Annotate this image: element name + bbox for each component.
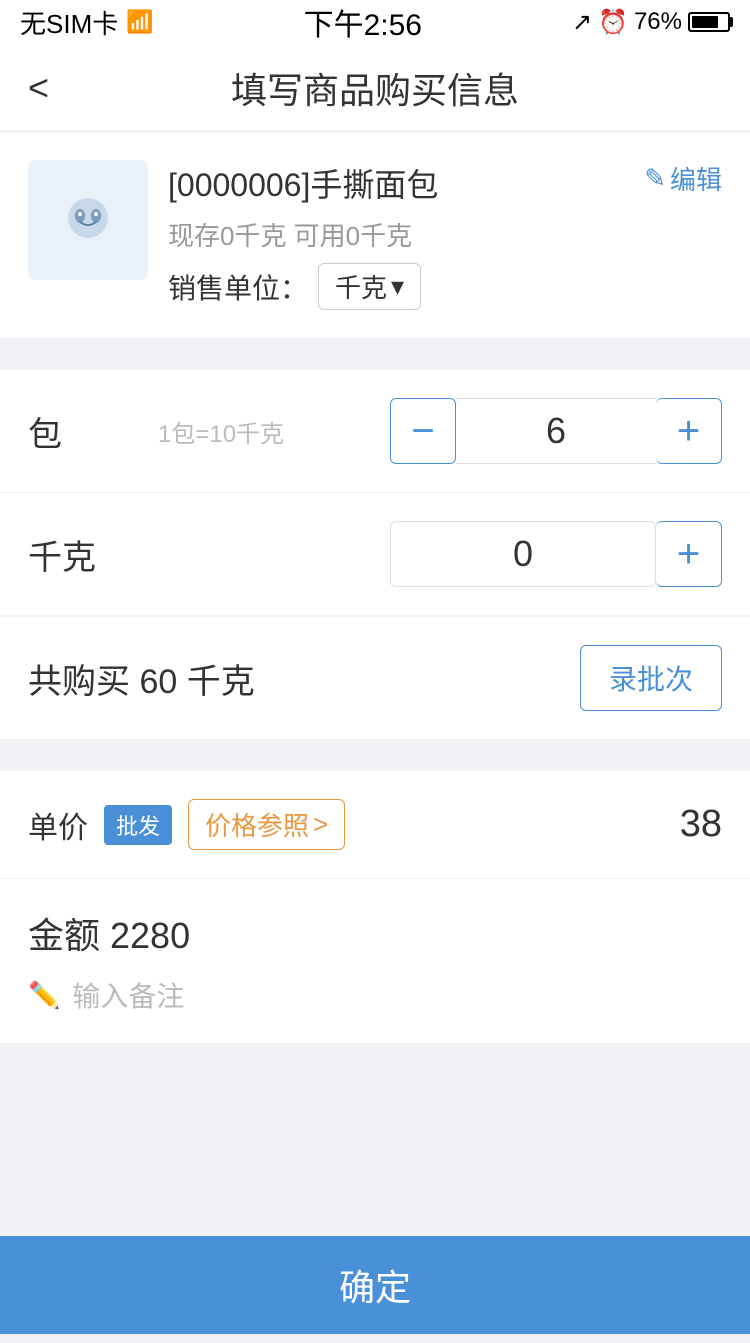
total-label: 共购买 60 千克 (28, 654, 255, 703)
amount-section: 金额 2280 ✏️ 输入备注 (0, 879, 750, 1043)
amount-label: 金额 2280 (28, 907, 722, 959)
quantity-section: 包 1包=10千克 − + 千克 + (0, 370, 750, 616)
kg-quantity-row: 千克 + (0, 493, 750, 616)
edit-icon: ✎ (644, 163, 666, 194)
price-label: 单价 (28, 803, 88, 847)
total-section: 共购买 60 千克 录批次 (0, 617, 750, 739)
kg-label: 千克 (28, 530, 148, 579)
chevron-right-icon: > (313, 809, 328, 840)
pencil-icon: ✏️ (28, 980, 60, 1011)
status-left: 无SIM卡 📶 (20, 4, 154, 41)
status-right: ↗ ⏰ 76% (572, 8, 730, 37)
confirm-button[interactable]: 确定 (0, 1236, 750, 1334)
wifi-icon: 📶 (126, 9, 153, 35)
product-unit: 销售单位： 千克 ▾ (168, 263, 722, 310)
package-hint: 1包=10千克 (158, 414, 284, 449)
nav-bar: < 填写商品购买信息 (0, 44, 750, 132)
package-quantity-row: 包 1包=10千克 − + (0, 370, 750, 493)
unit-label: 销售单位： (168, 267, 308, 307)
dropdown-icon: ▾ (391, 271, 404, 302)
separator-3 (0, 755, 750, 771)
price-value: 38 (680, 803, 722, 846)
package-decrement-button[interactable]: − (390, 398, 456, 464)
back-button[interactable]: < (28, 67, 49, 109)
product-info: [0000006]手撕面包 现存0千克 可用0千克 销售单位： 千克 ▾ (168, 160, 722, 310)
product-stock: 现存0千克 可用0千克 (168, 216, 722, 253)
battery-percent: 76% (634, 8, 682, 36)
separator-1 (0, 354, 750, 370)
price-reference-button[interactable]: 价格参照 > (188, 799, 345, 850)
price-type-tag: 批发 (104, 805, 172, 845)
page-title: 填写商品购买信息 (231, 62, 519, 114)
package-label: 包 (28, 407, 148, 456)
alarm-icon: ⏰ (598, 8, 628, 37)
package-quantity-controls: − + (390, 398, 722, 464)
battery-icon (688, 12, 730, 32)
kg-quantity-input[interactable] (390, 521, 656, 587)
record-batch-button[interactable]: 录批次 (580, 645, 722, 711)
status-bar: 无SIM卡 📶 下午2:56 ↗ ⏰ 76% (0, 0, 750, 44)
location-icon: ↗ (572, 8, 592, 37)
remark-label: 输入备注 (72, 975, 184, 1015)
package-quantity-input[interactable] (456, 398, 656, 464)
kg-increment-button[interactable]: + (656, 521, 722, 587)
remark-row[interactable]: ✏️ 输入备注 (28, 975, 722, 1015)
product-section: [0000006]手撕面包 现存0千克 可用0千克 销售单位： 千克 ▾ ✎ 编… (0, 132, 750, 338)
kg-quantity-controls: + (390, 521, 722, 587)
time-label: 下午2:56 (304, 0, 422, 44)
package-increment-button[interactable]: + (656, 398, 722, 464)
carrier-label: 无SIM卡 (20, 4, 118, 41)
price-section: 单价 批发 价格参照 > 38 (0, 771, 750, 879)
product-logo-icon (58, 190, 118, 250)
product-name: [0000006]手撕面包 (168, 160, 722, 206)
product-image (28, 160, 148, 280)
edit-button[interactable]: ✎ 编辑 (644, 160, 722, 197)
unit-select[interactable]: 千克 ▾ (318, 263, 421, 310)
